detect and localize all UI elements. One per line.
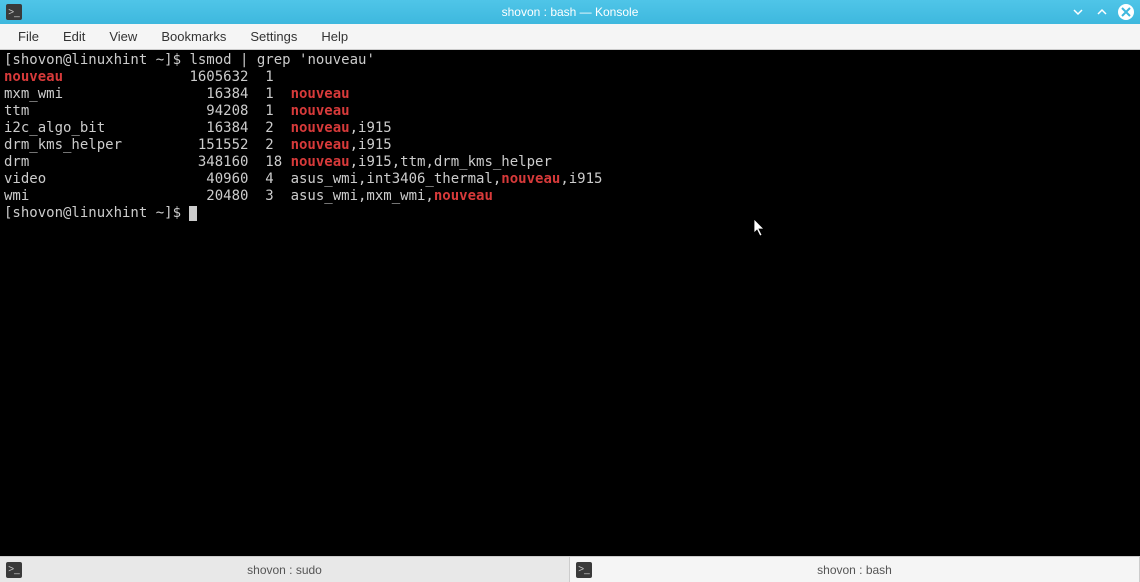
- minimize-button[interactable]: [1070, 4, 1086, 20]
- window-title: shovon : bash — Konsole: [502, 5, 639, 19]
- output-line: drm 348160 18 nouveau,i915,ttm,drm_kms_h…: [4, 154, 1136, 171]
- menu-help[interactable]: Help: [309, 25, 360, 48]
- menu-view[interactable]: View: [97, 25, 149, 48]
- output-line: video 40960 4 asus_wmi,int3406_thermal,n…: [4, 171, 1136, 188]
- menu-bookmarks[interactable]: Bookmarks: [149, 25, 238, 48]
- output-line: ttm 94208 1 nouveau: [4, 103, 1136, 120]
- maximize-button[interactable]: [1094, 4, 1110, 20]
- menu-edit[interactable]: Edit: [51, 25, 97, 48]
- terminal-icon: >_: [576, 562, 592, 578]
- terminal[interactable]: [shovon@linuxhint ~]$ lsmod | grep 'nouv…: [0, 50, 1140, 556]
- close-button[interactable]: [1118, 4, 1134, 20]
- menu-settings[interactable]: Settings: [238, 25, 309, 48]
- output-line: wmi 20480 3 asus_wmi,mxm_wmi,nouveau: [4, 188, 1136, 205]
- text-cursor: [189, 206, 197, 221]
- menubar: File Edit View Bookmarks Settings Help: [0, 24, 1140, 50]
- tab-sudo[interactable]: >_ shovon : sudo: [0, 557, 570, 582]
- titlebar: >_ shovon : bash — Konsole: [0, 0, 1140, 24]
- app-icon: >_: [6, 4, 22, 20]
- prompt-line: [shovon@linuxhint ~]$ lsmod | grep 'nouv…: [4, 52, 1136, 69]
- output-line: nouveau 1605632 1: [4, 69, 1136, 86]
- prompt-line: [shovon@linuxhint ~]$: [4, 205, 1136, 222]
- output-line: mxm_wmi 16384 1 nouveau: [4, 86, 1136, 103]
- tab-label: shovon : bash: [817, 563, 892, 577]
- tab-label: shovon : sudo: [247, 563, 322, 577]
- tab-bash[interactable]: >_ shovon : bash: [570, 557, 1140, 582]
- terminal-icon: >_: [6, 562, 22, 578]
- output-line: drm_kms_helper 151552 2 nouveau,i915: [4, 137, 1136, 154]
- menu-file[interactable]: File: [6, 25, 51, 48]
- window-controls: [1070, 4, 1140, 20]
- output-line: i2c_algo_bit 16384 2 nouveau,i915: [4, 120, 1136, 137]
- tabbar: >_ shovon : sudo >_ shovon : bash: [0, 556, 1140, 582]
